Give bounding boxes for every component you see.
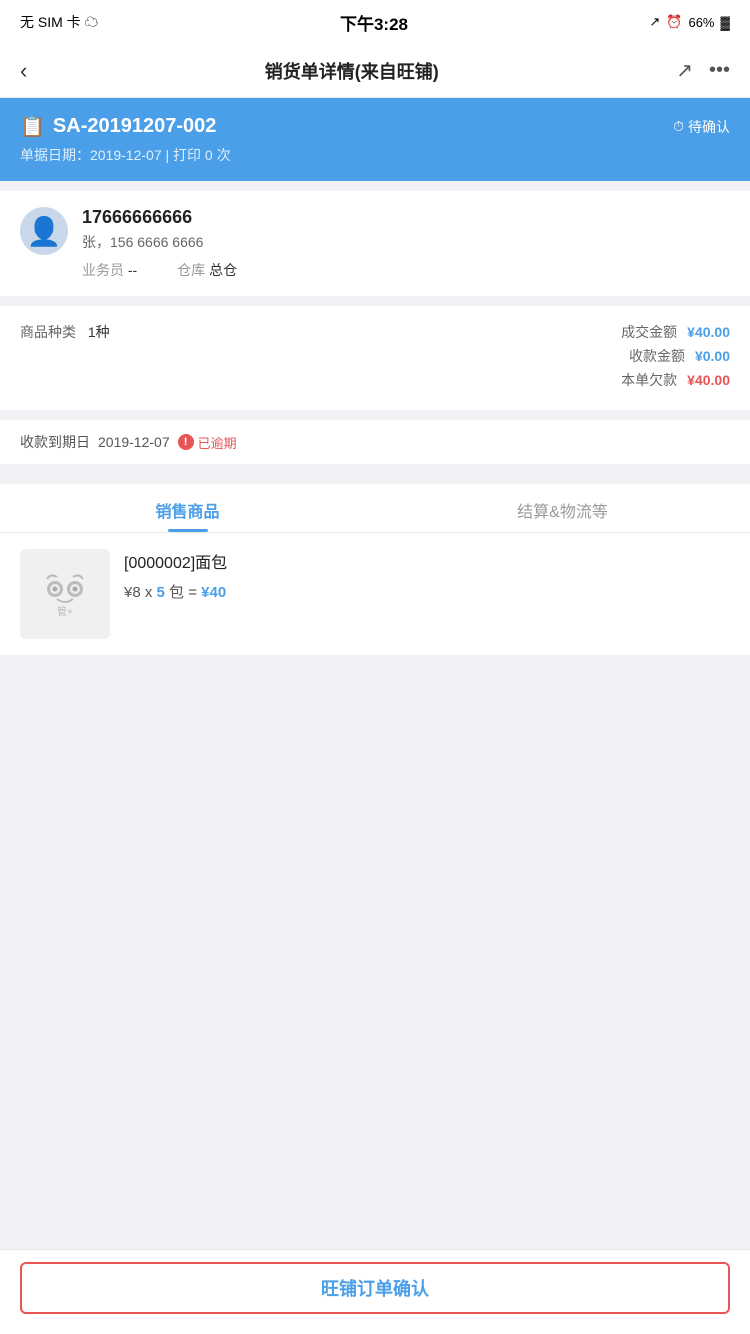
product-item: 管+ [0000002]面包 ¥8 x 5 包 = ¥40: [0, 533, 750, 655]
transaction-amount-row: 成交金额 ¥40.00: [621, 322, 730, 342]
logo-svg: 管+: [35, 561, 95, 621]
amounts-section: 成交金额 ¥40.00 收款金额 ¥0.00 本单欠款 ¥40.00: [621, 322, 730, 394]
status-bar: 无 SIM 卡 ☁ 下午3:28 ↗ ⏰ 66% ▓: [0, 0, 750, 44]
status-time: 下午3:28: [340, 10, 408, 35]
overdue-icon: !: [178, 434, 194, 450]
summary-card: 商品种类 1种 成交金额 ¥40.00 收款金额 ¥0.00 本单欠款 ¥40.…: [0, 306, 750, 410]
warehouse-value: 总仓: [209, 262, 237, 278]
back-button[interactable]: ‹: [20, 58, 27, 84]
product-type-value: 1种: [88, 324, 110, 340]
nav-bar: ‹ 销货单详情(来自旺铺) ↗ •••: [0, 44, 750, 98]
customer-meta: 业务员 -- 仓库 总仓: [82, 260, 730, 280]
due-date-section: 收款到期日 2019-12-07 ! 已逾期: [0, 420, 750, 464]
content-area: [0, 655, 750, 875]
transaction-amount-value: ¥40.00: [687, 324, 730, 340]
customer-name: 张，156 6666 6666: [82, 232, 730, 252]
customer-phone: 17666666666: [82, 207, 730, 228]
summary-section: 商品种类 1种 成交金额 ¥40.00 收款金额 ¥0.00 本单欠款 ¥40.…: [20, 322, 730, 394]
product-image: 管+: [20, 549, 110, 639]
customer-section: 👤 17666666666 张，156 6666 6666 业务员 -- 仓库 …: [20, 207, 730, 280]
customer-card: 👤 17666666666 张，156 6666 6666 业务员 -- 仓库 …: [0, 191, 750, 296]
order-id: 📋 SA-20191207-002: [20, 114, 216, 139]
collected-amount-value: ¥0.00: [695, 348, 730, 364]
product-name: [0000002]面包: [124, 549, 730, 573]
product-price: ¥8: [124, 584, 141, 601]
due-amount-value: ¥40.00: [687, 372, 730, 388]
order-status: ⏱ 待确认: [673, 117, 730, 137]
order-header: 📋 SA-20191207-002 ⏱ 待确认 单据日期：2019-12-07 …: [0, 98, 750, 181]
product-price-row: ¥8 x 5 包 = ¥40: [124, 581, 730, 602]
product-logo-icon: 管+: [35, 561, 95, 628]
avatar: 👤: [20, 207, 68, 255]
due-date-label: 收款到期日: [20, 432, 90, 452]
confirm-order-button[interactable]: 旺铺订单确认: [20, 1262, 730, 1314]
alarm-icon: ⏰: [666, 14, 682, 30]
status-right: ↗ ⏰ 66% ▓: [649, 14, 730, 30]
warehouse-field: 仓库 总仓: [177, 260, 237, 280]
order-id-row: 📋 SA-20191207-002 ⏱ 待确认: [20, 114, 730, 139]
order-date: 单据日期：2019-12-07 | 打印 0 次: [20, 145, 730, 165]
divider-1: [0, 474, 750, 484]
sim-status: 无 SIM 卡 ☁: [20, 12, 99, 32]
tabs-bar: 销售商品 结算&物流等: [0, 484, 750, 533]
salesperson-field: 业务员 --: [82, 260, 137, 280]
page-title: 销货单详情(来自旺铺): [265, 58, 439, 84]
product-info: [0000002]面包 ¥8 x 5 包 = ¥40: [124, 549, 730, 602]
customer-info: 17666666666 张，156 6666 6666 业务员 -- 仓库 总仓: [82, 207, 730, 280]
svg-text:管+: 管+: [57, 605, 73, 618]
multiply-symbol: x: [145, 584, 157, 601]
product-total: ¥40: [201, 584, 226, 601]
nav-actions: ↗ •••: [676, 58, 730, 83]
salesperson-value: --: [128, 262, 137, 278]
product-unit: 包: [169, 584, 184, 601]
status-clock-icon: ⏱: [673, 118, 684, 135]
warehouse-label: 仓库: [177, 262, 205, 278]
tab-sales-products[interactable]: 销售商品: [0, 484, 375, 532]
collected-amount-label: 收款金额: [629, 346, 685, 366]
battery-level: 66%: [688, 15, 714, 30]
transaction-amount-label: 成交金额: [621, 322, 677, 342]
product-type-field: 商品种类 1种: [20, 322, 110, 342]
salesperson-label: 业务员: [82, 262, 124, 278]
order-id-icon: 📋: [20, 114, 45, 139]
bottom-area: 旺铺订单确认: [0, 1249, 750, 1334]
collected-amount-row: 收款金额 ¥0.00: [621, 346, 730, 366]
equals-symbol: =: [188, 584, 201, 601]
overdue-badge: ! 已逾期: [178, 433, 237, 452]
person-icon: 👤: [27, 215, 62, 248]
due-amount-row: 本单欠款 ¥40.00: [621, 370, 730, 390]
product-type-label: 商品种类: [20, 324, 76, 340]
due-amount-label: 本单欠款: [621, 370, 677, 390]
share-icon[interactable]: ↗: [676, 58, 693, 83]
location-icon: ↗: [649, 14, 660, 30]
more-icon[interactable]: •••: [709, 59, 730, 82]
tab-settlement[interactable]: 结算&物流等: [375, 484, 750, 532]
overdue-text: 已逾期: [198, 433, 237, 452]
status-left: 无 SIM 卡 ☁: [20, 12, 99, 32]
battery-icon: ▓: [721, 15, 730, 30]
due-date-value: 2019-12-07: [98, 434, 170, 450]
product-quantity: 5: [157, 584, 165, 601]
